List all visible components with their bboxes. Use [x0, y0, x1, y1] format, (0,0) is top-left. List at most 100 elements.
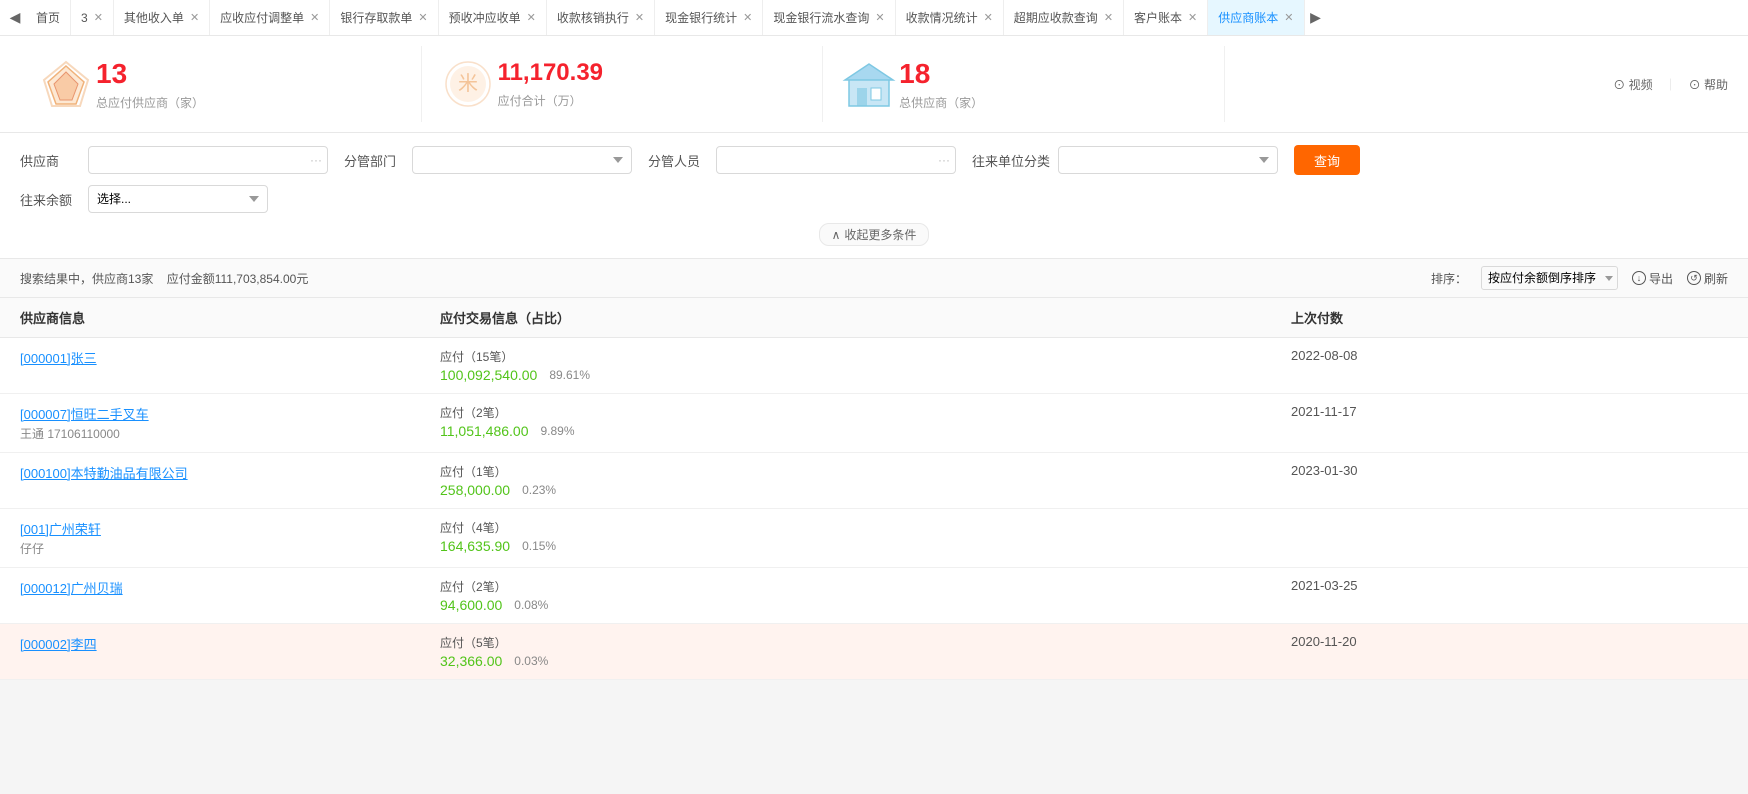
tx-amount[interactable]: 164,635.90 — [440, 538, 510, 554]
collapse-label: 收起更多条件 — [844, 226, 916, 243]
table-row[interactable]: [000007]恒旺二手叉车王通 17106110000应付（2笔）11,051… — [0, 394, 1748, 453]
supplier-link[interactable]: [000100]本特勤油品有限公司 — [20, 466, 188, 481]
tx-percent: 9.89% — [541, 424, 575, 438]
nav-tab-3-label: 3 — [81, 11, 88, 25]
nav-tab-advance-collection-label: 预收冲应收单 — [449, 9, 521, 26]
nav-tab-3[interactable]: 3 ✕ — [71, 0, 114, 36]
balance-select[interactable]: 选择... — [88, 185, 268, 213]
tx-percent: 0.23% — [522, 483, 556, 497]
person-ellipsis[interactable]: ··· — [938, 153, 950, 167]
tx-amount[interactable]: 94,600.00 — [440, 597, 502, 613]
tx-label: 应付（2笔） — [440, 404, 1251, 421]
category-select[interactable] — [1058, 146, 1278, 174]
action-divider: ｜ — [1665, 76, 1677, 93]
summary-card-total-suppliers: 18 总供应商（家） — [823, 46, 1225, 122]
supplier-label: 供应商 — [20, 151, 80, 170]
collapse-button[interactable]: ∧ 收起更多条件 — [819, 223, 930, 246]
help-link[interactable]: ⊙ 帮助 — [1689, 76, 1728, 93]
table-row[interactable]: [001]广州荣轩仔仔应付（4笔）164,635.900.15% — [0, 509, 1748, 568]
help-label: 帮助 — [1704, 78, 1728, 92]
nav-tab-customer-account[interactable]: 客户账本 ✕ — [1124, 0, 1208, 36]
result-text2: 应付金额111,703,854.00元 — [167, 272, 309, 286]
nav-left-arrow[interactable]: ◀ — [4, 0, 26, 36]
nav-tab-bank-deposit-label: 银行存取款单 — [340, 9, 412, 26]
export-label: 导出 — [1649, 270, 1673, 287]
play-icon: ⊙ — [1613, 78, 1625, 92]
person-field: 分管人员 ··· — [648, 146, 956, 174]
nav-tab-collection-stats-close[interactable]: ✕ — [984, 11, 993, 24]
tx-percent: 0.15% — [522, 539, 556, 553]
help-icon: ⊙ — [1689, 78, 1701, 92]
tx-amount[interactable]: 100,092,540.00 — [440, 367, 537, 383]
payable-suppliers-value: 13 — [96, 57, 204, 91]
nav-tab-ap-adjustment-close[interactable]: ✕ — [310, 11, 319, 24]
search-row-2: 往来余额 选择... — [20, 185, 1728, 213]
table-row[interactable]: [000100]本特勤油品有限公司应付（1笔）258,000.000.23%20… — [0, 453, 1748, 509]
supplier-link[interactable]: [000007]恒旺二手叉车 — [20, 407, 149, 422]
svg-text:米: 米 — [458, 72, 478, 95]
nav-tab-other-income[interactable]: 其他收入单 ✕ — [114, 0, 210, 36]
supplier-cell: [000012]广州贝瑞 — [0, 568, 420, 624]
nav-tab-overdue-query-close[interactable]: ✕ — [1104, 11, 1113, 24]
supplier-link[interactable]: [000001]张三 — [20, 351, 97, 366]
nav-tab-advance-collection[interactable]: 预收冲应收单 ✕ — [439, 0, 547, 36]
tx-amount[interactable]: 32,366.00 — [440, 653, 502, 669]
supplier-link[interactable]: [000012]广州贝瑞 — [20, 581, 123, 596]
nav-tab-cash-flow-close[interactable]: ✕ — [875, 11, 884, 24]
summary-content-payable: 13 总应付供应商（家） — [96, 57, 204, 112]
search-row-1: 供应商 ··· 分管部门 分管人员 ··· 往来单位分类 — [20, 145, 1728, 175]
store-icon — [839, 54, 899, 114]
supplier-field: 供应商 ··· — [20, 146, 328, 174]
supplier-input[interactable] — [88, 146, 328, 174]
nav-tab-home[interactable]: 首页 — [26, 0, 71, 36]
nav-tab-cash-flow[interactable]: 现金银行流水查询 ✕ — [763, 0, 895, 36]
supplier-ellipsis[interactable]: ··· — [310, 153, 322, 167]
video-link[interactable]: ⊙ 视频 — [1613, 76, 1652, 93]
nav-tab-collection-verify-close[interactable]: ✕ — [635, 11, 644, 24]
person-input[interactable] — [716, 146, 956, 174]
dept-select[interactable] — [412, 146, 632, 174]
nav-tab-collection-verify[interactable]: 收款核销执行 ✕ — [547, 0, 655, 36]
nav-tab-3-close[interactable]: ✕ — [94, 11, 103, 24]
refresh-label: 刷新 — [1704, 270, 1728, 287]
nav-tab-ap-adjustment-label: 应收应付调整单 — [220, 9, 304, 26]
table-row[interactable]: [000001]张三应付（15笔）100,092,540.0089.61%202… — [0, 338, 1748, 394]
table-row[interactable]: [000002]李四应付（5笔）32,366.000.03%2020-11-20 — [0, 624, 1748, 680]
last-payment-cell — [1271, 509, 1748, 568]
nav-right-arrow[interactable]: ▶ — [1305, 0, 1327, 36]
tx-amount[interactable]: 11,051,486.00 — [440, 423, 529, 439]
tx-amount[interactable]: 258,000.00 — [440, 482, 510, 498]
query-button[interactable]: 查询 — [1294, 145, 1360, 175]
refresh-button[interactable]: ↺ 刷新 — [1687, 270, 1728, 287]
nav-tab-cash-bank-stats-close[interactable]: ✕ — [743, 11, 752, 24]
tx-label: 应付（2笔） — [440, 578, 1251, 595]
result-info: 搜索结果中，供应商13家 应付金额111,703,854.00元 — [20, 270, 308, 287]
nav-tab-cash-flow-label: 现金银行流水查询 — [773, 9, 869, 26]
table-header-row: 供应商信息 应付交易信息（占比） 上次付数 — [0, 298, 1748, 338]
nav-tab-advance-collection-close[interactable]: ✕ — [527, 11, 536, 24]
nav-tab-overdue-query[interactable]: 超期应收款查询 ✕ — [1004, 0, 1124, 36]
last-payment-cell: 2022-08-08 — [1271, 338, 1748, 394]
nav-tab-supplier-account[interactable]: 供应商账本 ✕ — [1208, 0, 1304, 36]
nav-tab-bank-deposit-close[interactable]: ✕ — [418, 11, 427, 24]
supplier-link[interactable]: [000002]李四 — [20, 637, 97, 652]
nav-tab-other-income-close[interactable]: ✕ — [190, 11, 199, 24]
payable-total-value: 11,170.39 — [498, 59, 603, 88]
supplier-sub-info: 仔仔 — [20, 540, 400, 557]
table-row[interactable]: [000012]广州贝瑞应付（2笔）94,600.000.08%2021-03-… — [0, 568, 1748, 624]
nav-tab-customer-account-close[interactable]: ✕ — [1188, 11, 1197, 24]
col-header-supplier: 供应商信息 — [0, 298, 420, 338]
nav-tab-bank-deposit[interactable]: 银行存取款单 ✕ — [330, 0, 438, 36]
payable-total-label: 应付合计（万） — [498, 92, 603, 109]
nav-tab-ap-adjustment[interactable]: 应收应付调整单 ✕ — [210, 0, 330, 36]
col-header-last-payment: 上次付数 — [1271, 298, 1748, 338]
nav-tab-supplier-account-close[interactable]: ✕ — [1284, 11, 1293, 24]
sort-select[interactable]: 按应付余额倒序排序 — [1481, 266, 1618, 290]
rice-icon: 米 — [438, 54, 498, 114]
nav-tab-collection-stats[interactable]: 收款情况统计 ✕ — [896, 0, 1004, 36]
balance-field: 往来余额 选择... — [20, 185, 268, 213]
transaction-cell: 应付（2笔）94,600.000.08% — [420, 568, 1271, 624]
supplier-link[interactable]: [001]广州荣轩 — [20, 522, 101, 537]
nav-tab-cash-bank-stats[interactable]: 现金银行统计 ✕ — [655, 0, 763, 36]
export-button[interactable]: ↓ 导出 — [1632, 270, 1673, 287]
